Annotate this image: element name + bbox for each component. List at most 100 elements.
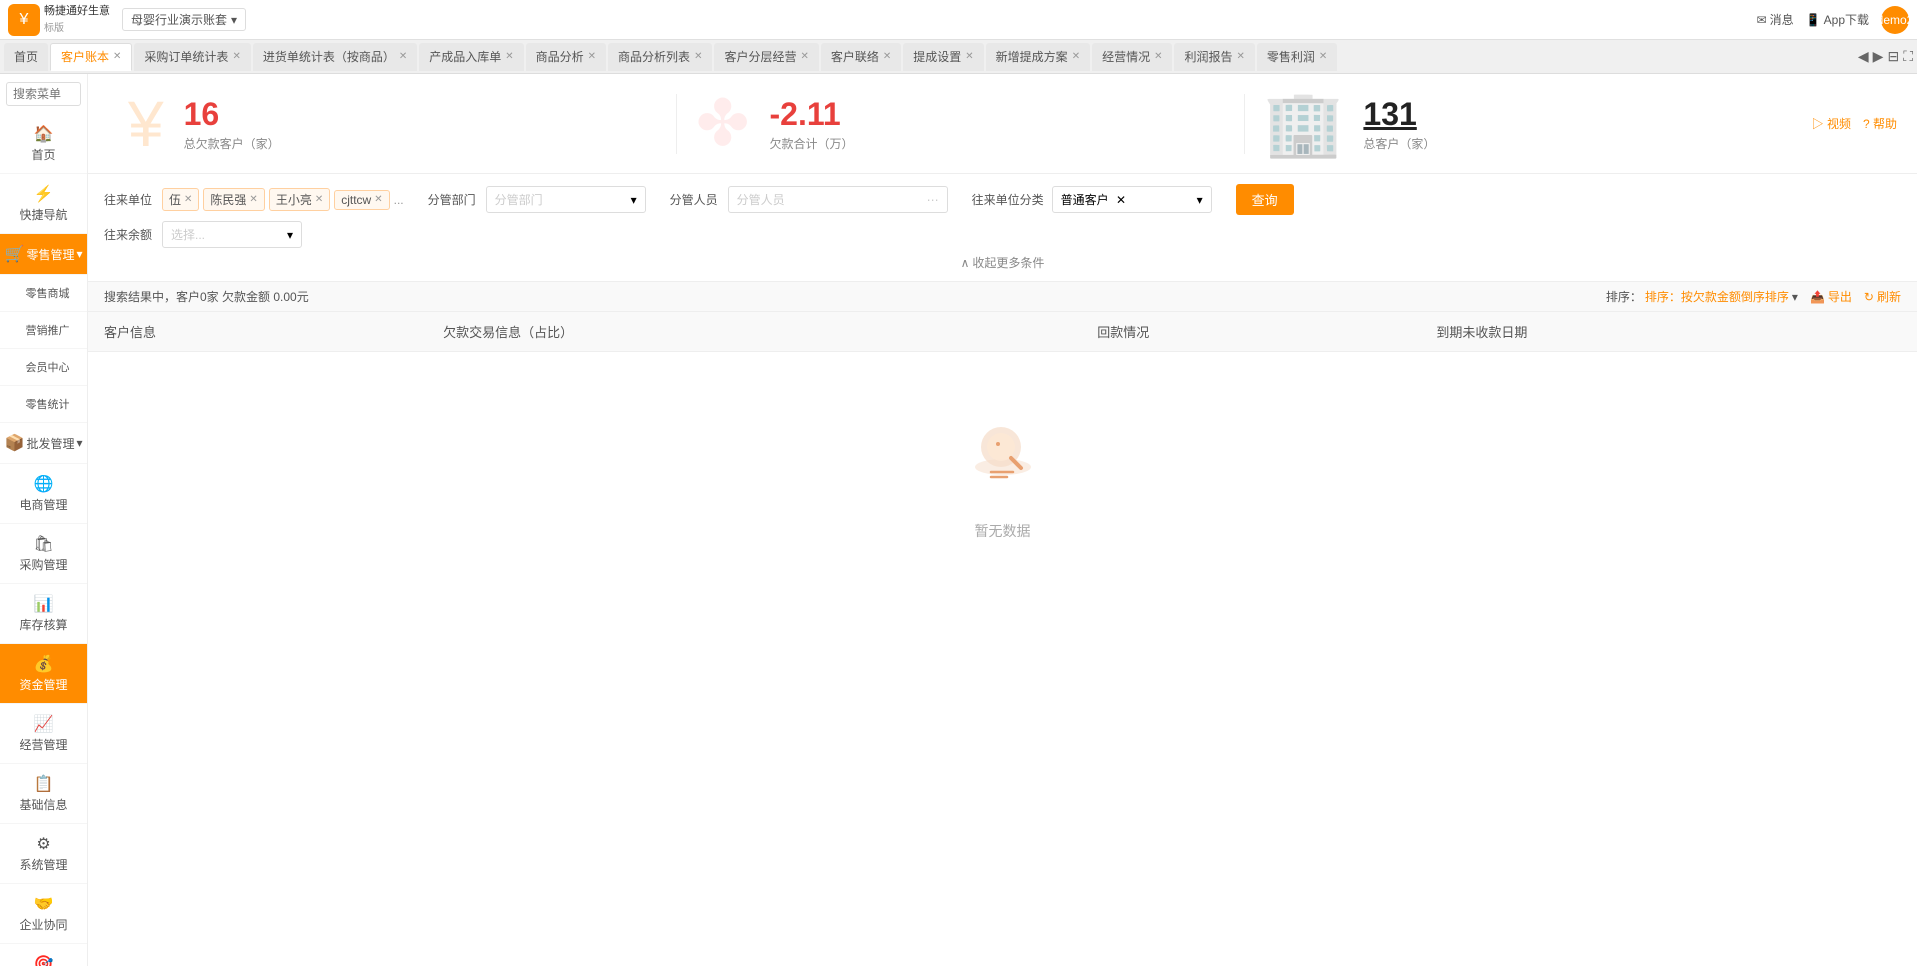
filter-tag-wu[interactable]: 伍 ✕ bbox=[162, 188, 199, 211]
tab-commission-settings[interactable]: 提成设置 ✕ bbox=[903, 43, 983, 71]
classify-select[interactable]: 普通客户 ✕ ▾ bbox=[1052, 186, 1212, 213]
collapse-label: 收起更多条件 bbox=[972, 254, 1044, 271]
sidebar-item-marketing[interactable]: 营销推广 bbox=[0, 312, 87, 349]
sidebar-item-operation[interactable]: 📈 经营管理 bbox=[0, 704, 87, 764]
manager-input[interactable]: 分管人员 ⋯ bbox=[728, 186, 948, 213]
tabs-next-icon[interactable]: ▶ bbox=[1873, 48, 1884, 65]
sort-select[interactable]: 排序： 排序：按欠款金额倒序排序 ▾ bbox=[1606, 288, 1798, 305]
filter-tag-wang-label: 王小亮 bbox=[276, 191, 312, 208]
tab-home-label: 首页 bbox=[14, 48, 38, 65]
filter-tag-cjttcw[interactable]: cjttcw ✕ bbox=[334, 190, 389, 210]
tabs-navigation: ◀ ▶ ⊟ ⛶ bbox=[1858, 48, 1913, 65]
filter-tag-wang-close[interactable]: ✕ bbox=[315, 194, 323, 205]
tab-inbound-stats[interactable]: 进货单统计表（按商品） ✕ bbox=[253, 43, 417, 71]
sidebar-item-retail[interactable]: 🛒 零售管理 ▾ bbox=[0, 234, 87, 275]
filter-tag-chen-close[interactable]: ✕ bbox=[249, 194, 257, 205]
tab-profit-report[interactable]: 利润报告 ✕ bbox=[1174, 43, 1254, 71]
tab-customer-tier[interactable]: 客户分层经营 ✕ bbox=[714, 43, 818, 71]
stat-owed-total-value: -2.11 bbox=[769, 96, 853, 133]
sidebar-item-basic[interactable]: 📋 基础信息 bbox=[0, 764, 87, 824]
tab-retail-profit-close[interactable]: ✕ bbox=[1319, 51, 1327, 62]
sidebar-item-member[interactable]: 会员中心 bbox=[0, 349, 87, 386]
filter-tag-wu-close[interactable]: ✕ bbox=[184, 194, 192, 205]
balance-select[interactable]: 选择... ▾ bbox=[162, 221, 302, 248]
tab-customer-tier-close[interactable]: ✕ bbox=[800, 51, 808, 62]
tab-product-analysis-close[interactable]: ✕ bbox=[588, 51, 596, 62]
sidebar-item-finance[interactable]: 💰 资金管理 bbox=[0, 644, 87, 704]
filter-tag-cjttcw-label: cjttcw bbox=[341, 193, 371, 207]
stat-total-owed-customers: ¥ 16 总欠款客户（家） bbox=[108, 87, 676, 161]
export-btn[interactable]: 📤 导出 bbox=[1810, 288, 1852, 305]
tab-add-commission[interactable]: 新增提成方案 ✕ bbox=[986, 43, 1090, 71]
sidebar-item-system[interactable]: ⚙ 系统管理 bbox=[0, 824, 87, 884]
sidebar-item-wholesale[interactable]: 📦 批发管理 ▾ bbox=[0, 423, 87, 464]
tabs-bar: 首页 客户账本 ✕ 采购订单统计表 ✕ 进货单统计表（按商品） ✕ 产成品入库单… bbox=[0, 40, 1917, 74]
export-icon: 📤 bbox=[1810, 290, 1825, 304]
filter-tag-chen[interactable]: 陈民强 ✕ bbox=[203, 188, 264, 211]
search-button[interactable]: 查询 bbox=[1236, 184, 1294, 215]
quick-icon: ⚡ bbox=[34, 184, 54, 204]
video-btn[interactable]: ▷ 视频 bbox=[1812, 115, 1851, 132]
sidebar-item-ecommerce[interactable]: 🌐 电商管理 bbox=[0, 464, 87, 524]
sidebar-item-quick[interactable]: ⚡ 快捷导航 bbox=[0, 174, 87, 234]
home-icon: 🏠 bbox=[34, 124, 54, 144]
sidebar: 🏠 首页 ⚡ 快捷导航 🛒 零售管理 ▾ 零售商城 营销推广 会员中心 零售统计… bbox=[0, 74, 88, 966]
classify-tag-close[interactable]: ✕ bbox=[1116, 193, 1126, 207]
tab-profit-report-close[interactable]: ✕ bbox=[1237, 51, 1245, 62]
sidebar-item-newbie[interactable]: 🎯 新手引导 bbox=[0, 944, 87, 966]
search-input[interactable] bbox=[6, 82, 81, 106]
tab-operation[interactable]: 经营情况 ✕ bbox=[1092, 43, 1172, 71]
help-btn[interactable]: ? 帮助 bbox=[1863, 115, 1897, 132]
chevron-down-classify-icon: ▾ bbox=[1197, 193, 1203, 207]
app-download-btn[interactable]: 📱 App下载 bbox=[1806, 11, 1869, 28]
tab-operation-close[interactable]: ✕ bbox=[1154, 51, 1162, 62]
tab-purchase-stats[interactable]: 采购订单统计表 ✕ bbox=[134, 43, 250, 71]
collapse-btn[interactable]: ∧ 收起更多条件 bbox=[961, 254, 1045, 271]
unit-filter-label: 往来单位 bbox=[104, 191, 154, 208]
sidebar-item-inventory[interactable]: 📊 库存核算 bbox=[0, 584, 87, 644]
tab-customer-contact-close[interactable]: ✕ bbox=[883, 51, 891, 62]
tab-product-analysis-list[interactable]: 商品分析列表 ✕ bbox=[608, 43, 712, 71]
tabs-prev-icon[interactable]: ◀ bbox=[1858, 48, 1869, 65]
classify-filter-label: 往来单位分类 bbox=[972, 191, 1044, 208]
tab-product-inbound[interactable]: 产成品入库单 ✕ bbox=[419, 43, 523, 71]
filter-tag-cjttcw-close[interactable]: ✕ bbox=[374, 194, 382, 205]
tab-customer-contact[interactable]: 客户联络 ✕ bbox=[821, 43, 901, 71]
user-avatar[interactable]: demo2 bbox=[1881, 6, 1909, 34]
account-dropdown[interactable]: 母婴行业演示账套 ▾ bbox=[122, 8, 246, 31]
sidebar-item-retail-stat[interactable]: 零售统计 bbox=[0, 386, 87, 423]
sidebar-item-purchase[interactable]: 🛍 采购管理 bbox=[0, 524, 87, 584]
help-icon: ? bbox=[1863, 117, 1870, 131]
sidebar-item-ecommerce-label: 电商管理 bbox=[19, 496, 67, 513]
tab-product-analysis-list-close[interactable]: ✕ bbox=[694, 51, 702, 62]
tab-home[interactable]: 首页 bbox=[4, 43, 48, 71]
tab-purchase-stats-close[interactable]: ✕ bbox=[232, 51, 240, 62]
tab-commission-settings-close[interactable]: ✕ bbox=[965, 51, 973, 62]
sidebar-item-retail-mall[interactable]: 零售商城 bbox=[0, 275, 87, 312]
top-right-actions: ✉ 消息 📱 App下载 demo2 bbox=[1757, 6, 1909, 34]
dept-select[interactable]: 分管部门 ▾ bbox=[486, 186, 646, 213]
refresh-btn[interactable]: ↻ 刷新 bbox=[1864, 288, 1901, 305]
tab-operation-label: 经营情况 bbox=[1102, 48, 1150, 65]
tab-retail-profit[interactable]: 零售利润 ✕ bbox=[1257, 43, 1337, 71]
tabs-expand-icon[interactable]: ⛶ bbox=[1903, 48, 1913, 65]
message-btn[interactable]: ✉ 消息 bbox=[1757, 11, 1794, 28]
sidebar-item-home[interactable]: 🏠 首页 bbox=[0, 114, 87, 174]
help-label: 帮助 bbox=[1873, 117, 1897, 131]
tabs-menu-icon[interactable]: ⊟ bbox=[1887, 48, 1899, 65]
tab-add-commission-close[interactable]: ✕ bbox=[1072, 51, 1080, 62]
retail-icon: 🛒 bbox=[5, 244, 25, 264]
chevron-down-sort-icon: ▾ bbox=[1792, 290, 1798, 304]
sort-label: 排序： bbox=[1606, 288, 1642, 305]
tab-inbound-stats-close[interactable]: ✕ bbox=[399, 51, 407, 62]
filter-tag-wang[interactable]: 王小亮 ✕ bbox=[269, 188, 330, 211]
tab-product-analysis[interactable]: 商品分析 ✕ bbox=[526, 43, 606, 71]
tab-customer-ledger-close[interactable]: ✕ bbox=[113, 51, 121, 62]
empty-icon bbox=[963, 412, 1043, 509]
sidebar-item-enterprise[interactable]: 🤝 企业协同 bbox=[0, 884, 87, 944]
tab-product-inbound-close[interactable]: ✕ bbox=[505, 51, 513, 62]
sidebar-item-basic-label: 基础信息 bbox=[19, 796, 67, 813]
more-tags-btn[interactable]: ... bbox=[394, 193, 404, 207]
empty-state: 暂无数据 bbox=[88, 352, 1917, 601]
tab-customer-ledger[interactable]: 客户账本 ✕ bbox=[50, 43, 132, 71]
